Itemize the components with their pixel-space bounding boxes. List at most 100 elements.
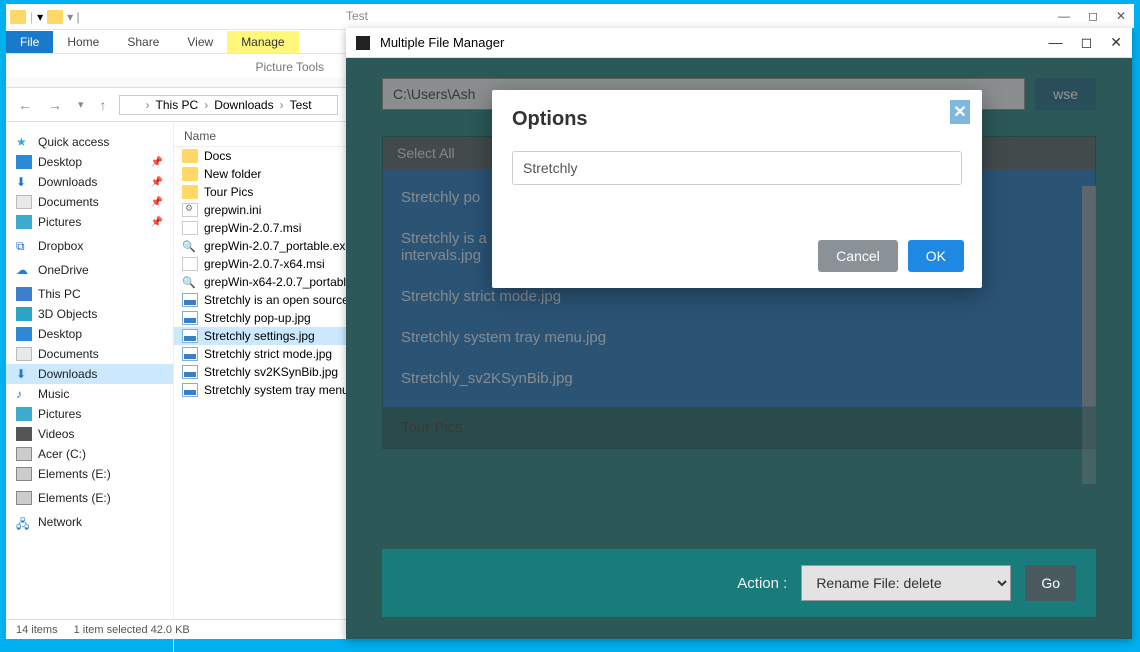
nav-quick-access[interactable]: ★Quick access	[6, 132, 173, 152]
action-bar: Action : Rename File: delete Go	[382, 549, 1096, 617]
nav-pane: ★Quick access Desktop📌 ⬇Downloads📌 Docum…	[6, 122, 174, 652]
test-window-titlebar: Test — ◻ ✕	[338, 4, 1134, 28]
pin-icon: 📌	[151, 197, 163, 208]
nav-documents[interactable]: Documents📌	[6, 192, 173, 212]
mfm-titlebar: Multiple File Manager — ◻ ✕	[346, 28, 1132, 58]
file-name: Stretchly is an open source	[204, 293, 346, 307]
nav-downloads2[interactable]: ⬇Downloads	[6, 364, 173, 384]
file-name: Stretchly settings.jpg	[204, 329, 315, 343]
tab-view[interactable]: View	[173, 31, 227, 53]
file-row[interactable]: grepWin-2.0.7.msi	[174, 219, 346, 237]
folder-icon	[126, 99, 140, 111]
status-count: 14 items	[16, 624, 58, 636]
nav-music[interactable]: ♪Music	[6, 384, 173, 404]
network-icon: 🖧	[16, 515, 32, 529]
close-icon[interactable]: ✕	[950, 100, 970, 124]
nav-downloads[interactable]: ⬇Downloads📌	[6, 172, 173, 192]
breadcrumb-seg[interactable]: This PC	[156, 98, 199, 112]
nav-fwd-icon[interactable]: →	[44, 95, 66, 115]
close-icon[interactable]: ✕	[1116, 9, 1126, 23]
address-bar[interactable]: › This PC › Downloads › Test	[119, 95, 338, 115]
download-icon: ⬇	[16, 175, 32, 189]
desktop-icon	[16, 155, 32, 169]
file-name: grepWin-2.0.7-x64.msi	[204, 257, 325, 271]
onedrive-icon: ☁	[16, 263, 32, 277]
nav-documents2[interactable]: Documents	[6, 344, 173, 364]
action-label: Action :	[737, 575, 787, 592]
file-row[interactable]: Stretchly settings.jpg	[174, 327, 346, 345]
file-row[interactable]: Docs	[174, 147, 346, 165]
nav-desktop[interactable]: Desktop📌	[6, 152, 173, 172]
nav-dropbox[interactable]: ⧉Dropbox	[6, 236, 173, 256]
videos-icon	[16, 427, 32, 441]
ribbon-tabs: File Home Share View Manage	[6, 30, 346, 54]
nav-pictures[interactable]: Pictures📌	[6, 212, 173, 232]
file-row[interactable]: Stretchly sv2KSynBib.jpg	[174, 363, 346, 381]
dialog-title: Options	[512, 108, 962, 131]
jpg-icon	[182, 347, 198, 361]
address-bar-row: ← → ▾ ↑ › This PC › Downloads › Test	[6, 88, 346, 122]
dropbox-icon: ⧉	[16, 239, 32, 253]
star-icon: ★	[16, 135, 32, 149]
nav-this-pc[interactable]: This PC	[6, 284, 173, 304]
exe-icon	[182, 239, 198, 253]
tab-share[interactable]: Share	[113, 31, 173, 53]
file-row[interactable]: Stretchly pop-up.jpg	[174, 309, 346, 327]
minimize-icon[interactable]: —	[1058, 9, 1070, 23]
nav-network[interactable]: 🖧Network	[6, 512, 173, 532]
tab-picture-tools[interactable]: Picture Tools	[242, 56, 338, 78]
tab-manage[interactable]: Manage	[227, 31, 298, 53]
test-window-title: Test	[346, 9, 368, 23]
options-input[interactable]	[512, 151, 962, 185]
tab-home[interactable]: Home	[53, 31, 113, 53]
3d-icon	[16, 307, 32, 321]
qat-down-icon[interactable]: ▾	[37, 10, 43, 24]
nav-drive-c[interactable]: Acer (C:)	[6, 444, 173, 464]
close-icon[interactable]: ✕	[1110, 34, 1122, 51]
file-row[interactable]: grepwin.ini	[174, 201, 346, 219]
nav-3d-objects[interactable]: 3D Objects	[6, 304, 173, 324]
options-dialog: ✕ Options Cancel OK	[492, 90, 982, 288]
nav-drive-e[interactable]: Elements (E:)	[6, 464, 173, 484]
file-name: grepWin-2.0.7_portable.exe	[204, 239, 346, 253]
maximize-icon[interactable]: ◻	[1088, 9, 1098, 23]
file-row[interactable]: grepWin-2.0.7-x64.msi	[174, 255, 346, 273]
nav-pictures2[interactable]: Pictures	[6, 404, 173, 424]
file-row[interactable]: Tour Pics	[174, 183, 346, 201]
breadcrumb-seg[interactable]: Test	[290, 98, 312, 112]
minimize-icon[interactable]: —	[1049, 34, 1063, 51]
file-row[interactable]: grepWin-x64-2.0.7_portable	[174, 273, 346, 291]
tab-file[interactable]: File	[6, 31, 53, 53]
jpg-icon	[182, 365, 198, 379]
folder-icon	[182, 167, 198, 181]
nav-drive-e2[interactable]: Elements (E:)	[6, 488, 173, 508]
nav-desktop2[interactable]: Desktop	[6, 324, 173, 344]
file-name: Tour Pics	[204, 185, 253, 199]
nav-onedrive[interactable]: ☁OneDrive	[6, 260, 173, 280]
maximize-icon[interactable]: ◻	[1081, 34, 1093, 51]
ok-button[interactable]: OK	[908, 240, 964, 272]
drive-icon	[16, 447, 32, 461]
column-header-name[interactable]: Name	[174, 126, 346, 147]
breadcrumb-seg[interactable]: Downloads	[214, 98, 273, 112]
nav-history-icon[interactable]: ▾	[74, 96, 88, 113]
exe-icon	[182, 275, 198, 289]
file-row[interactable]: Stretchly strict mode.jpg	[174, 345, 346, 363]
file-name: New folder	[204, 167, 261, 181]
app-icon	[356, 36, 370, 50]
nav-up-icon[interactable]: ↑	[96, 95, 111, 115]
document-icon	[16, 195, 32, 209]
pin-icon: 📌	[151, 177, 163, 188]
nav-back-icon[interactable]: ←	[14, 95, 36, 115]
status-selected: 1 item selected 42.0 KB	[74, 624, 190, 636]
file-row[interactable]: Stretchly is an open source	[174, 291, 346, 309]
jpg-icon	[182, 311, 198, 325]
music-icon: ♪	[16, 387, 32, 401]
nav-videos[interactable]: Videos	[6, 424, 173, 444]
cancel-button[interactable]: Cancel	[818, 240, 898, 272]
action-select[interactable]: Rename File: delete	[801, 565, 1011, 601]
go-button[interactable]: Go	[1025, 565, 1076, 601]
file-row[interactable]: New folder	[174, 165, 346, 183]
file-row[interactable]: grepWin-2.0.7_portable.exe	[174, 237, 346, 255]
file-row[interactable]: Stretchly system tray menu	[174, 381, 346, 399]
